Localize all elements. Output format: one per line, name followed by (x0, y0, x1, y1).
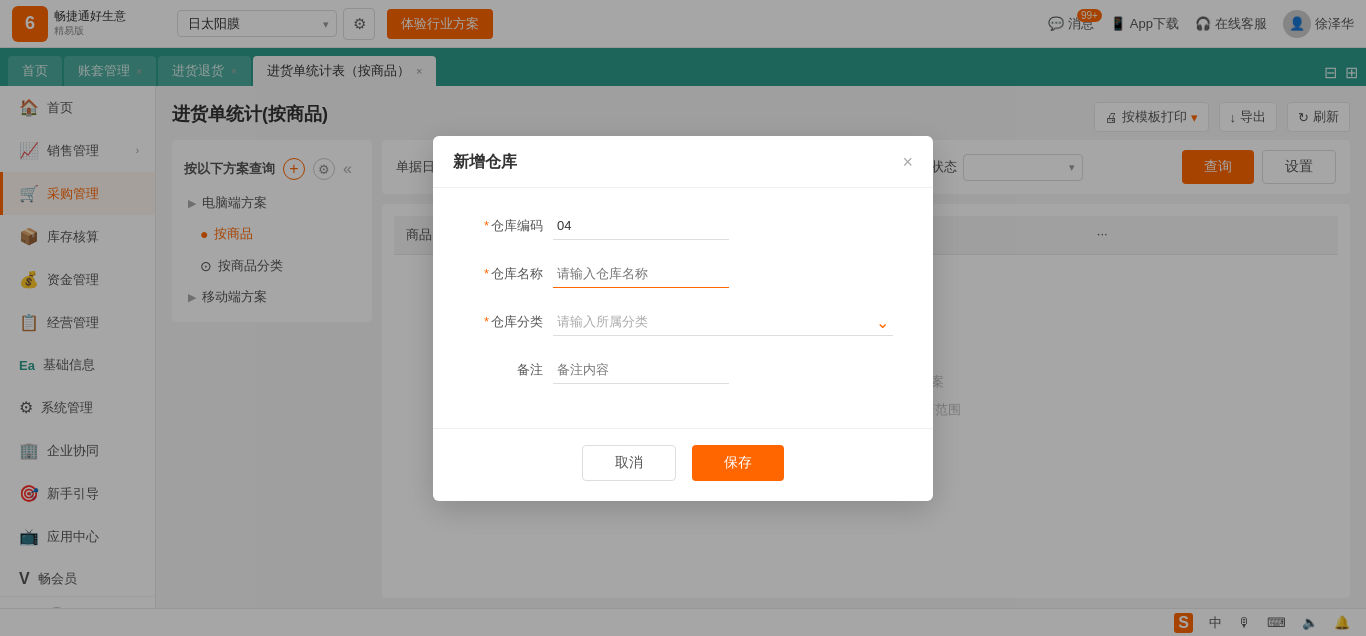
dialog-header: 新增仓库 × (433, 136, 933, 188)
save-button[interactable]: 保存 (692, 445, 784, 481)
form-row-note: 备注 (473, 356, 893, 384)
modal-overlay[interactable]: 新增仓库 × *仓库编码 *仓库名称 (0, 0, 1366, 636)
category-label: *仓库分类 (473, 313, 543, 331)
dialog-title: 新增仓库 (453, 152, 517, 173)
new-warehouse-dialog: 新增仓库 × *仓库编码 *仓库名称 (433, 136, 933, 501)
note-label: 备注 (473, 361, 543, 379)
form-row-category: *仓库分类 请输入所属分类 (473, 308, 893, 336)
code-input[interactable] (553, 212, 729, 240)
name-input[interactable] (553, 260, 729, 288)
category-select[interactable]: 请输入所属分类 (553, 308, 893, 336)
cancel-button[interactable]: 取消 (582, 445, 676, 481)
dialog-close-button[interactable]: × (902, 153, 913, 171)
code-label: *仓库编码 (473, 217, 543, 235)
dialog-body: *仓库编码 *仓库名称 *仓库分类 (433, 188, 933, 428)
note-input[interactable] (553, 356, 729, 384)
dialog-footer: 取消 保存 (433, 428, 933, 501)
form-row-name: *仓库名称 (473, 260, 893, 288)
name-label: *仓库名称 (473, 265, 543, 283)
form-row-code: *仓库编码 (473, 212, 893, 240)
